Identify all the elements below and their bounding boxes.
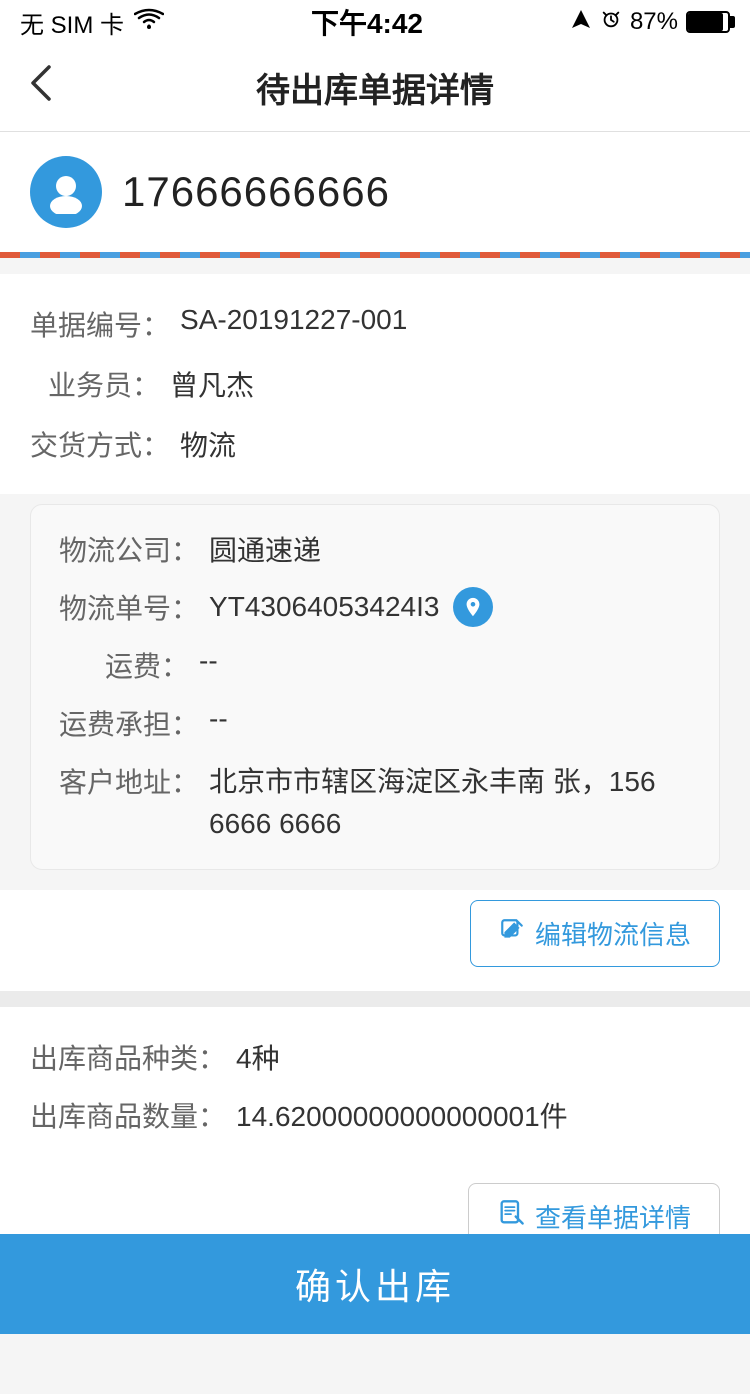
company-row: 物流公司： 圆通速递	[59, 529, 691, 569]
section-separator	[0, 991, 750, 1007]
order-number-value: SA-20191227-001	[180, 304, 720, 344]
alarm-icon	[600, 8, 622, 36]
product-quantity-value: 14.62000000000000001件	[236, 1095, 720, 1135]
freight-bear-value: --	[209, 703, 691, 735]
tracking-value: YT43064053424I3	[209, 587, 691, 627]
battery-icon	[686, 11, 730, 33]
document-icon	[497, 1199, 525, 1234]
freight-bear-row: 运费承担： --	[59, 703, 691, 743]
confirm-button-label: 确认出库	[295, 1258, 455, 1310]
company-label: 物流公司：	[59, 529, 209, 569]
time-label: 下午4:42	[311, 2, 423, 42]
order-number-row: 单据编号： SA-20191227-001	[30, 304, 720, 344]
status-left: 无 SIM 卡	[20, 5, 164, 40]
page-title: 待出库单据详情	[256, 63, 494, 112]
carrier-label: 无 SIM 卡	[20, 5, 124, 40]
product-types-value: 4种	[236, 1037, 720, 1077]
address-label: 客户地址：	[59, 761, 209, 801]
product-types-label: 出库商品种类：	[30, 1037, 236, 1077]
view-detail-label: 查看单据详情	[535, 1198, 691, 1235]
edit-btn-row: 编辑物流信息	[0, 890, 750, 991]
tracking-label: 物流单号：	[59, 587, 209, 627]
company-value: 圆通速递	[209, 529, 691, 569]
freight-label: 运费：	[59, 645, 199, 685]
user-phone: 17666666666	[122, 168, 390, 216]
edit-icon	[499, 917, 525, 950]
back-button[interactable]	[30, 54, 72, 121]
status-bar: 无 SIM 卡 下午4:42 87%	[0, 0, 750, 44]
battery-percent: 87%	[630, 8, 678, 36]
freight-bear-label: 运费承担：	[59, 703, 209, 743]
location-active-icon	[570, 8, 592, 36]
edit-logistics-button[interactable]: 编辑物流信息	[470, 900, 720, 967]
delivery-label: 交货方式：	[30, 424, 180, 464]
tracking-row: 物流单号： YT43064053424I3	[59, 587, 691, 627]
freight-row: 运费： --	[59, 645, 691, 685]
salesman-row: 业务员： 曾凡杰	[30, 364, 720, 404]
order-number-label: 单据编号：	[30, 304, 180, 344]
nav-bar: 待出库单据详情	[0, 44, 750, 132]
delivery-value: 物流	[180, 424, 720, 464]
avatar	[30, 156, 102, 228]
wifi-icon	[134, 8, 164, 37]
user-section: 17666666666	[0, 132, 750, 252]
salesman-value: 曾凡杰	[170, 364, 720, 404]
color-divider	[0, 252, 750, 258]
salesman-label: 业务员：	[30, 364, 170, 404]
freight-value: --	[199, 645, 691, 677]
address-value: 北京市市辖区海淀区永丰南 张，156 6666 6666	[209, 761, 691, 845]
product-types-row: 出库商品种类： 4种	[30, 1037, 720, 1077]
confirm-button[interactable]: 确认出库	[0, 1234, 750, 1334]
product-quantity-label: 出库商品数量：	[30, 1095, 236, 1135]
product-quantity-row: 出库商品数量： 14.62000000000000001件	[30, 1095, 720, 1135]
status-right: 87%	[570, 8, 730, 36]
address-row: 客户地址： 北京市市辖区海淀区永丰南 张，156 6666 6666	[59, 761, 691, 845]
order-info-section: 单据编号： SA-20191227-001 业务员： 曾凡杰 交货方式： 物流	[0, 274, 750, 494]
logistics-card: 物流公司： 圆通速递 物流单号： YT43064053424I3 运费： -- …	[30, 504, 720, 870]
edit-logistics-label: 编辑物流信息	[535, 915, 691, 952]
product-section: 出库商品种类： 4种 出库商品数量： 14.62000000000000001件	[0, 1007, 750, 1173]
tracking-location-icon[interactable]	[453, 587, 493, 627]
delivery-row: 交货方式： 物流	[30, 424, 720, 464]
